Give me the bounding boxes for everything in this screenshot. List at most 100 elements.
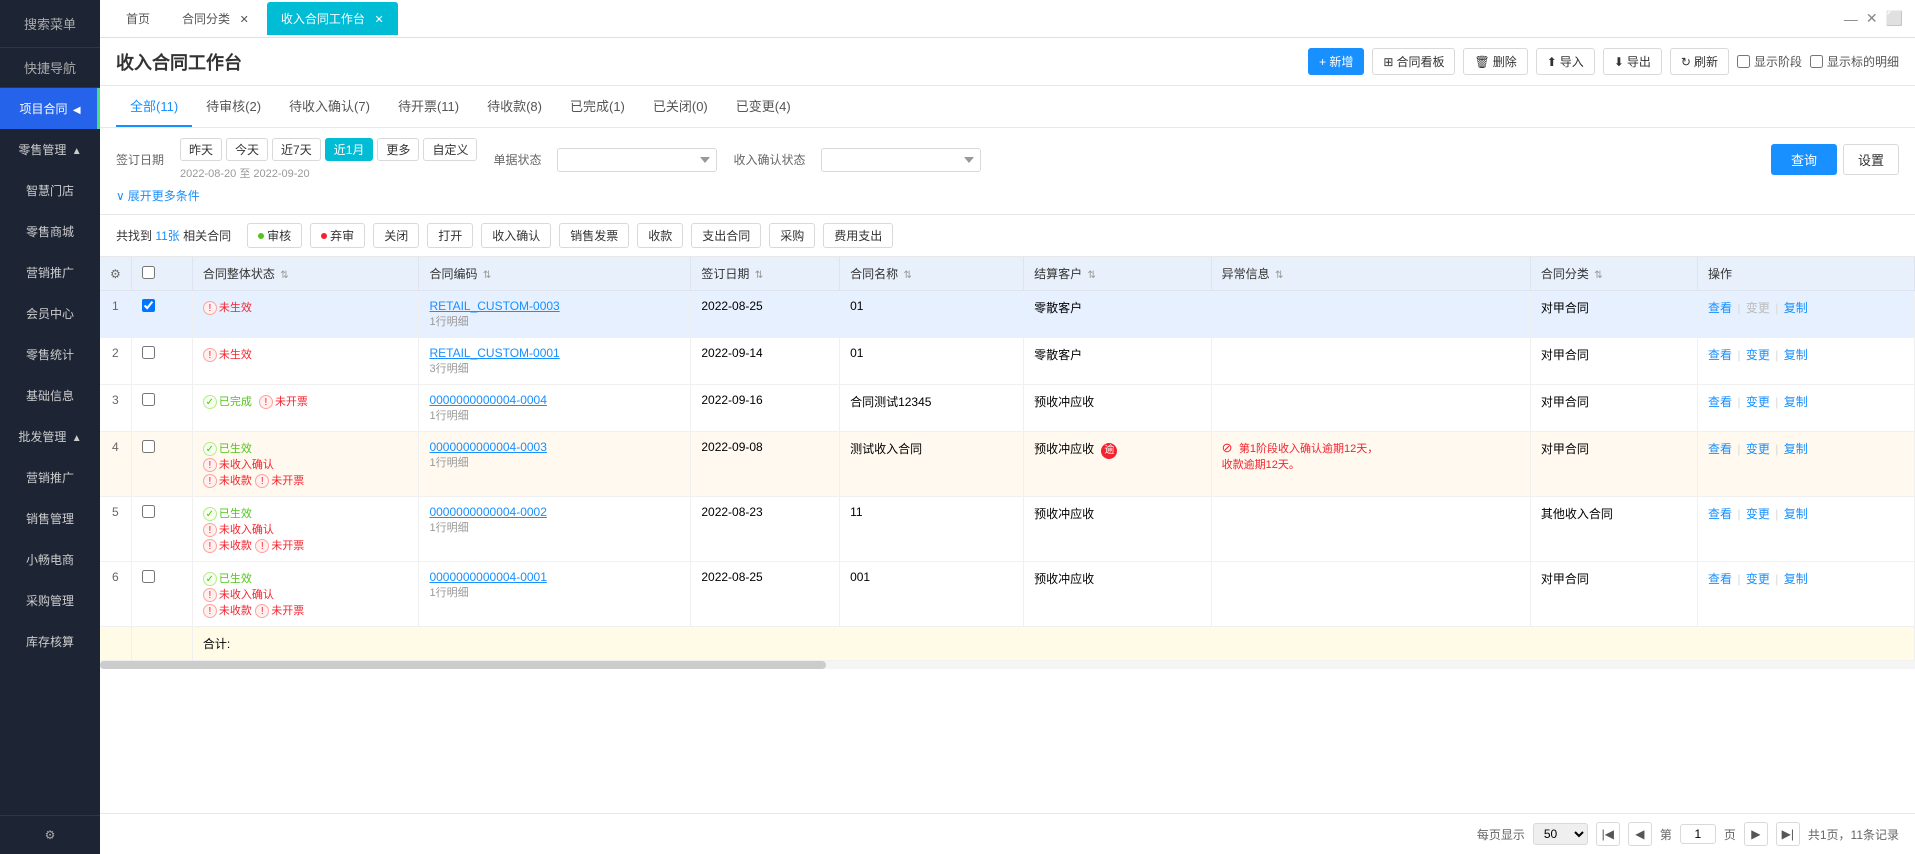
sort-icon[interactable]: ⇅: [755, 270, 763, 281]
view-btn[interactable]: 查看: [1708, 572, 1732, 586]
copy-btn[interactable]: 复制: [1784, 395, 1808, 409]
copy-btn[interactable]: 复制: [1784, 572, 1808, 586]
sort-icon[interactable]: ⇅: [1087, 270, 1095, 281]
sidebar-item-xiaoyang[interactable]: 小畅电商: [0, 539, 100, 580]
minimize-icon[interactable]: —: [1844, 11, 1858, 27]
next-page-btn[interactable]: ▶: [1744, 822, 1768, 846]
sidebar-item-wholesale[interactable]: 批发管理 ▲: [0, 416, 100, 457]
cost-out-btn[interactable]: 费用支出: [823, 223, 893, 248]
date-btn-yesterday[interactable]: 昨天: [180, 138, 222, 161]
sales-invoice-btn[interactable]: 销售发票: [559, 223, 629, 248]
sidebar-item-retail-stats[interactable]: 零售统计: [0, 334, 100, 375]
date-btn-7days[interactable]: 近7天: [272, 138, 321, 161]
date-btn-1month[interactable]: 近1月: [325, 138, 374, 161]
subtab-pending-review[interactable]: 待审核(2): [192, 86, 275, 127]
per-page-select[interactable]: 10 20 50 100: [1533, 823, 1588, 845]
sort-icon[interactable]: ⇅: [1275, 270, 1283, 281]
sidebar-item-purchase[interactable]: 采购管理: [0, 580, 100, 621]
date-btn-custom[interactable]: 自定义: [423, 138, 477, 161]
subtab-done[interactable]: 已完成(1): [556, 86, 639, 127]
income-confirm-select[interactable]: [821, 148, 981, 172]
close-icon[interactable]: ✕: [375, 14, 384, 26]
first-page-btn[interactable]: |◀: [1596, 822, 1620, 846]
subtab-pending-collection[interactable]: 待收款(8): [473, 86, 556, 127]
view-btn[interactable]: 查看: [1708, 301, 1732, 315]
change-btn[interactable]: 变更: [1746, 442, 1770, 456]
contract-link[interactable]: 0000000000004-0004: [429, 393, 546, 407]
contract-link[interactable]: 0000000000004-0002: [429, 505, 546, 519]
sidebar-search[interactable]: 搜索菜单: [0, 0, 100, 48]
subtab-closed[interactable]: 已关闭(0): [639, 86, 722, 127]
copy-btn[interactable]: 复制: [1784, 507, 1808, 521]
sidebar-item-retail[interactable]: 零售管理 ▲: [0, 129, 100, 170]
show-detail-checkbox[interactable]: 显示标的明细: [1810, 53, 1899, 70]
close-icon[interactable]: ✕: [240, 14, 249, 26]
doc-status-select[interactable]: [557, 148, 717, 172]
date-btn-more[interactable]: 更多: [377, 138, 419, 161]
horizontal-scrollbar[interactable]: [100, 661, 1915, 669]
page-input[interactable]: [1680, 824, 1716, 844]
purchase-btn[interactable]: 采购: [769, 223, 815, 248]
refresh-button[interactable]: ↻ 刷新: [1670, 48, 1729, 75]
view-btn[interactable]: 查看: [1708, 395, 1732, 409]
overdue-tag[interactable]: 逾: [1101, 443, 1117, 459]
view-btn[interactable]: 查看: [1708, 442, 1732, 456]
change-btn[interactable]: 变更: [1746, 572, 1770, 586]
sidebar-item-marketing2[interactable]: 营销推广: [0, 457, 100, 498]
prev-page-btn[interactable]: ◀: [1628, 822, 1652, 846]
close-window-icon[interactable]: ✕: [1866, 10, 1878, 27]
sort-icon[interactable]: ⇅: [903, 270, 911, 281]
subtab-changed[interactable]: 已变更(4): [722, 86, 805, 127]
sidebar-item-marketing[interactable]: 营销推广: [0, 252, 100, 293]
sidebar-item-project[interactable]: 项目合同 ◀: [0, 88, 100, 129]
change-btn[interactable]: 变更: [1746, 348, 1770, 362]
column-settings-icon[interactable]: ⚙: [110, 267, 121, 281]
copy-btn[interactable]: 复制: [1784, 348, 1808, 362]
contract-board-button[interactable]: ⊞ 合同看板: [1372, 48, 1455, 75]
reset-button[interactable]: 设置: [1843, 144, 1899, 175]
open-contract-btn[interactable]: 打开: [427, 223, 473, 248]
copy-btn[interactable]: 复制: [1784, 442, 1808, 456]
sidebar-item-member[interactable]: 会员中心: [0, 293, 100, 334]
copy-btn[interactable]: 复制: [1784, 301, 1808, 315]
select-all-checkbox[interactable]: [142, 266, 155, 279]
sidebar-quick-nav[interactable]: 快捷导航: [0, 48, 100, 88]
date-btn-today[interactable]: 今天: [226, 138, 268, 161]
show-stages-checkbox[interactable]: 显示阶段: [1737, 53, 1802, 70]
collection-btn[interactable]: 收款: [637, 223, 683, 248]
tab-contract-type[interactable]: 合同分类 ✕: [168, 2, 263, 35]
sort-icon[interactable]: ⇅: [1594, 270, 1602, 281]
sidebar-item-inventory[interactable]: 库存核算: [0, 621, 100, 662]
subtab-all[interactable]: 全部(11): [116, 86, 192, 127]
sidebar-item-base-info[interactable]: 基础信息: [0, 375, 100, 416]
subtab-pending-confirm[interactable]: 待收入确认(7): [275, 86, 384, 127]
review-btn[interactable]: 审核: [247, 223, 302, 248]
delete-button[interactable]: 🗑 删除: [1463, 48, 1527, 75]
close-contract-btn[interactable]: 关闭: [373, 223, 419, 248]
contract-link[interactable]: 0000000000004-0003: [429, 440, 546, 454]
change-btn[interactable]: 变更: [1746, 395, 1770, 409]
change-btn[interactable]: 变更: [1746, 507, 1770, 521]
sort-icon[interactable]: ⇅: [280, 270, 288, 281]
view-btn[interactable]: 查看: [1708, 348, 1732, 362]
sort-icon[interactable]: ⇅: [483, 270, 491, 281]
contract-link[interactable]: RETAIL_CUSTOM-0001: [429, 346, 559, 360]
view-btn[interactable]: 查看: [1708, 507, 1732, 521]
sidebar-item-retail-mall[interactable]: 零售商城: [0, 211, 100, 252]
tab-income-workbench[interactable]: 收入合同工作台 ✕: [267, 2, 398, 35]
add-button[interactable]: + 新增: [1308, 48, 1364, 75]
sidebar-item-smart-store[interactable]: 智慧门店: [0, 170, 100, 211]
sidebar-item-sales[interactable]: 销售管理: [0, 498, 100, 539]
tab-home[interactable]: 首页: [112, 2, 164, 35]
import-button[interactable]: ⬆ 导入: [1536, 48, 1595, 75]
last-page-btn[interactable]: ▶|: [1776, 822, 1800, 846]
contract-link[interactable]: 0000000000004-0001: [429, 570, 546, 584]
expand-filter-btn[interactable]: ∨ 展开更多条件: [116, 187, 1899, 204]
maximize-icon[interactable]: ⬜: [1886, 10, 1903, 27]
query-button[interactable]: 查询: [1771, 144, 1837, 175]
expense-out-btn[interactable]: 支出合同: [691, 223, 761, 248]
scrollbar-thumb[interactable]: [100, 661, 826, 669]
sidebar-settings[interactable]: ⚙: [0, 815, 100, 854]
abandon-btn[interactable]: 弃审: [310, 223, 365, 248]
subtab-pending-invoice[interactable]: 待开票(11): [384, 86, 473, 127]
